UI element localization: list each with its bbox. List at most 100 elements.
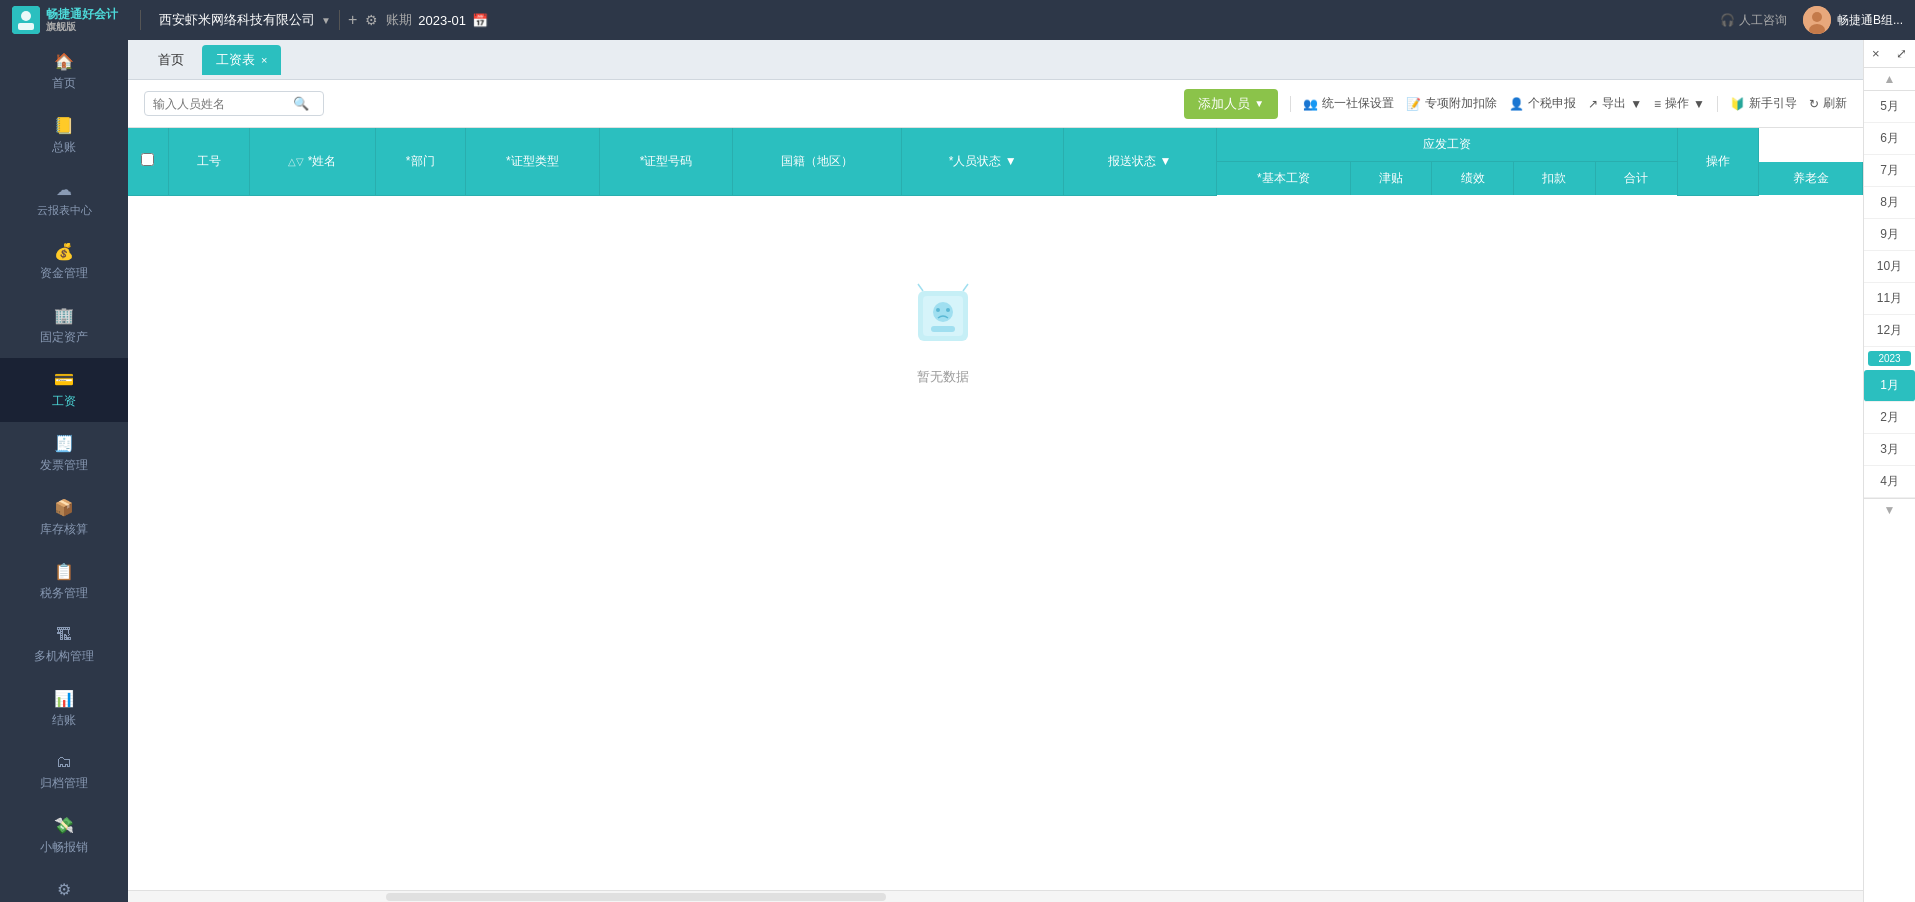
sidebar-label-cloud: 云报表中心: [37, 203, 92, 218]
funds-icon: 💰: [54, 242, 74, 261]
svg-point-4: [1812, 12, 1822, 22]
th-deduction: 扣款: [1514, 162, 1596, 196]
company-name: 西安虾米网络科技有限公司: [159, 11, 315, 29]
sidebar-item-tax[interactable]: 📋 税务管理: [0, 550, 128, 614]
social-security-icon: 👥: [1303, 97, 1318, 111]
month-item-2[interactable]: 2月: [1864, 402, 1915, 434]
th-dept: *部门: [375, 128, 465, 195]
inventory-icon: 📦: [54, 498, 74, 517]
tax-declaration-button[interactable]: 👤 个税申报: [1509, 95, 1576, 112]
scroll-down-button[interactable]: ▼: [1864, 498, 1915, 521]
sidebar-item-assets[interactable]: 🏢 固定资产: [0, 294, 128, 358]
sidebar-item-ledger[interactable]: 📒 总账: [0, 104, 128, 168]
calendar-icon[interactable]: 📅: [472, 13, 488, 28]
sidebar-item-funds[interactable]: 💰 资金管理: [0, 230, 128, 294]
tab-close-icon[interactable]: ×: [261, 54, 267, 66]
tab-salary-table[interactable]: 工资表 ×: [202, 45, 281, 75]
toolbar: 🔍 添加人员 ▼ 👥 统一社保设置 📝 专项附加扣除 👤 个: [128, 80, 1863, 128]
month-item-8[interactable]: 8月: [1864, 187, 1915, 219]
th-total: 合计: [1595, 162, 1677, 196]
month-item-3[interactable]: 3月: [1864, 434, 1915, 466]
th-id-type: *证型类型: [465, 128, 599, 195]
avatar: [1803, 6, 1831, 34]
month-item-1[interactable]: 1月: [1864, 370, 1915, 402]
filter-icon2[interactable]: ▼: [1160, 154, 1172, 168]
th-performance: 绩效: [1432, 162, 1514, 196]
month-item-5[interactable]: 5月: [1864, 91, 1915, 123]
user-area[interactable]: 畅捷通B组...: [1803, 6, 1903, 34]
month-item-11[interactable]: 11月: [1864, 283, 1915, 315]
new-guide-icon: 🔰: [1730, 97, 1745, 111]
main-area: 🏠 首页 📒 总账 ☁ 云报表中心 💰 资金管理 🏢 固定资产 💳 工资 🧾 发…: [0, 40, 1915, 902]
sidebar-item-archive[interactable]: 🗂 归档管理: [0, 741, 128, 804]
month-item-10[interactable]: 10月: [1864, 251, 1915, 283]
month-item-6[interactable]: 6月: [1864, 123, 1915, 155]
sidebar-item-invoice[interactable]: 🧾 发票管理: [0, 422, 128, 486]
header-divider2: [339, 10, 340, 30]
tab-home[interactable]: 首页: [144, 45, 198, 75]
content-area: 首页 工资表 × 🔍 添加人员 ▼ 👥 统一社保设置: [128, 40, 1863, 902]
refresh-button[interactable]: ↻ 刷新: [1809, 95, 1847, 112]
add-person-button[interactable]: 添加人员 ▼: [1184, 89, 1278, 119]
operations-button[interactable]: ≡ 操作 ▼: [1654, 95, 1705, 112]
th-allowance: 津贴: [1350, 162, 1432, 196]
scrollbar-area: [128, 890, 1863, 902]
refresh-label: 刷新: [1823, 95, 1847, 112]
th-checkbox[interactable]: [128, 128, 168, 195]
tax-declaration-label: 个税申报: [1528, 95, 1576, 112]
sidebar-item-cloud[interactable]: ☁ 云报表中心: [0, 168, 128, 230]
operations-icon: ≡: [1654, 97, 1661, 111]
th-payroll-group: 应发工资: [1216, 128, 1677, 162]
company-dropdown-icon[interactable]: ▼: [321, 15, 331, 26]
social-security-button[interactable]: 👥 统一社保设置: [1303, 95, 1394, 112]
th-base-salary: *基本工资: [1216, 162, 1350, 196]
new-guide-button[interactable]: 🔰 新手引导: [1730, 95, 1797, 112]
export-icon: ↗: [1588, 97, 1598, 111]
search-input[interactable]: [153, 97, 293, 111]
sidebar-item-multi[interactable]: 🏗 多机构管理: [0, 614, 128, 677]
extra-deduction-icon: 📝: [1406, 97, 1421, 111]
tax-icon: 📋: [54, 562, 74, 581]
company-selector[interactable]: 西安虾米网络科技有限公司 ▼: [159, 11, 331, 29]
extra-deduction-button[interactable]: 📝 专项附加扣除: [1406, 95, 1497, 112]
sidebar-item-salary[interactable]: 💳 工资: [0, 358, 128, 422]
sidebar-label-expense: 小畅报销: [40, 839, 88, 856]
add-company-button[interactable]: +: [348, 11, 357, 29]
service-label: 人工咨询: [1739, 12, 1787, 29]
sidebar-item-expense[interactable]: 💸 小畅报销: [0, 804, 128, 868]
tax-declaration-icon: 👤: [1509, 97, 1524, 111]
panel-expand-icon[interactable]: ⤢: [1896, 46, 1907, 61]
month-item-9[interactable]: 9月: [1864, 219, 1915, 251]
salary-table: 工号 △▽ *姓名 *部门 *证型类型 *证型号码 国籍（地区） *人员状态 ▼…: [128, 128, 1863, 466]
sidebar-item-inventory[interactable]: 📦 库存核算: [0, 486, 128, 550]
sidebar-item-settings[interactable]: ⚙ 基础设置: [0, 868, 128, 902]
scroll-up-button[interactable]: ▲: [1864, 68, 1915, 91]
period-value: 2023-01: [418, 13, 466, 28]
filter-icon[interactable]: ▼: [1005, 154, 1017, 168]
headset-icon: 🎧: [1720, 13, 1735, 27]
horizontal-scrollbar[interactable]: [386, 893, 886, 901]
invoice-icon: 🧾: [54, 434, 74, 453]
sidebar-item-home[interactable]: 🏠 首页: [0, 40, 128, 104]
month-item-4[interactable]: 4月: [1864, 466, 1915, 498]
settings-icon[interactable]: ⚙: [365, 12, 378, 28]
tab-home-label: 首页: [158, 51, 184, 69]
settings-sidebar-icon: ⚙: [57, 880, 71, 899]
home-icon: 🏠: [54, 52, 74, 71]
search-wrap: 🔍: [144, 91, 324, 116]
sidebar-item-close[interactable]: 📊 结账: [0, 677, 128, 741]
close-period-icon: 📊: [54, 689, 74, 708]
year-badge: 2023: [1868, 351, 1911, 366]
panel-close-icon[interactable]: ×: [1872, 46, 1880, 61]
month-item-12[interactable]: 12月: [1864, 315, 1915, 347]
toolbar-right: 添加人员 ▼ 👥 统一社保设置 📝 专项附加扣除 👤 个税申报 ↗: [1184, 89, 1847, 119]
header-right: 🎧 人工咨询 畅捷通B组...: [1720, 6, 1903, 34]
month-item-7[interactable]: 7月: [1864, 155, 1915, 187]
export-button[interactable]: ↗ 导出 ▼: [1588, 95, 1642, 112]
th-pension: 养老金: [1759, 162, 1863, 196]
sidebar-label-ledger: 总账: [52, 139, 76, 156]
export-label: 导出: [1602, 95, 1626, 112]
sidebar-label-home: 首页: [52, 75, 76, 92]
service-button[interactable]: 🎧 人工咨询: [1720, 12, 1787, 29]
select-all-checkbox[interactable]: [141, 153, 154, 166]
